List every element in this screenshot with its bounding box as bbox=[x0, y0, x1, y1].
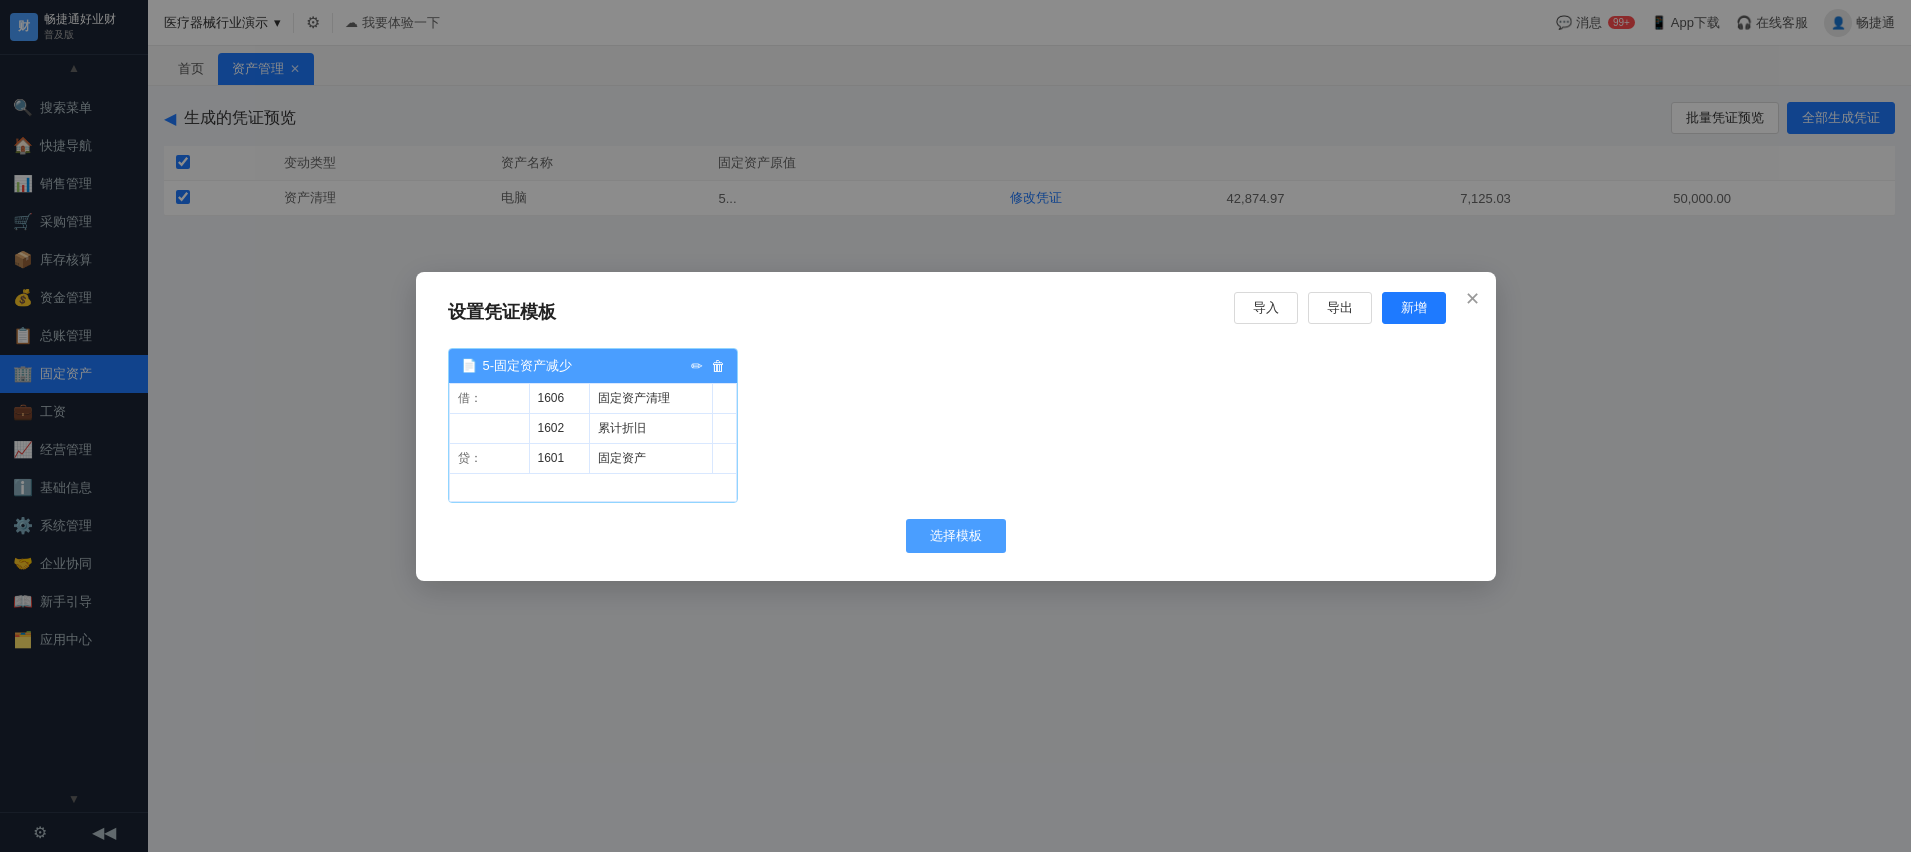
entry-type: 贷： bbox=[449, 443, 529, 473]
template-doc-icon: 📄 bbox=[461, 358, 477, 373]
entry-amount bbox=[712, 383, 736, 413]
entry-empty bbox=[449, 473, 736, 501]
entry-code: 1606 bbox=[529, 383, 589, 413]
entry-code: 1602 bbox=[529, 413, 589, 443]
entry-type bbox=[449, 413, 529, 443]
template-card: 📄 5-固定资产减少 ✏ 🗑 借： 1606 bbox=[448, 348, 738, 503]
entry-type: 借： bbox=[449, 383, 529, 413]
select-template-button[interactable]: 选择模板 bbox=[906, 519, 1006, 553]
entry-subject: 累计折旧 bbox=[589, 413, 712, 443]
entry-subject: 固定资产 bbox=[589, 443, 712, 473]
entry-amount bbox=[712, 413, 736, 443]
template-header-left: 📄 5-固定资产减少 bbox=[461, 357, 573, 375]
template-entry-row: 借： 1606 固定资产清理 bbox=[449, 383, 736, 413]
template-card-actions: ✏ 🗑 bbox=[691, 358, 725, 374]
template-edit-icon[interactable]: ✏ bbox=[691, 358, 703, 374]
template-area: 📄 5-固定资产减少 ✏ 🗑 借： 1606 bbox=[448, 348, 1464, 503]
template-entries-table: 借： 1606 固定资产清理 1602 累计折旧 贷： bbox=[449, 383, 737, 502]
template-id-name: 5-固定资产减少 bbox=[483, 357, 573, 375]
template-card-header: 📄 5-固定资产减少 ✏ 🗑 bbox=[449, 349, 737, 383]
template-entry-row: 贷： 1601 固定资产 bbox=[449, 443, 736, 473]
entry-code: 1601 bbox=[529, 443, 589, 473]
template-delete-icon[interactable]: 🗑 bbox=[711, 358, 725, 374]
modal-overlay[interactable]: 设置凭证模板 导入 导出 新增 ✕ 📄 5-固定资产减少 bbox=[0, 0, 1911, 852]
new-template-button[interactable]: 新增 bbox=[1382, 292, 1446, 324]
export-button[interactable]: 导出 bbox=[1308, 292, 1372, 324]
import-button[interactable]: 导入 bbox=[1234, 292, 1298, 324]
modal-header-actions: 导入 导出 新增 bbox=[1234, 292, 1446, 324]
template-entry-row-empty bbox=[449, 473, 736, 501]
entry-subject: 固定资产清理 bbox=[589, 383, 712, 413]
template-modal: 设置凭证模板 导入 导出 新增 ✕ 📄 5-固定资产减少 bbox=[416, 272, 1496, 581]
template-entry-row: 1602 累计折旧 bbox=[449, 413, 736, 443]
entry-amount bbox=[712, 443, 736, 473]
modal-close-button[interactable]: ✕ bbox=[1465, 288, 1480, 310]
